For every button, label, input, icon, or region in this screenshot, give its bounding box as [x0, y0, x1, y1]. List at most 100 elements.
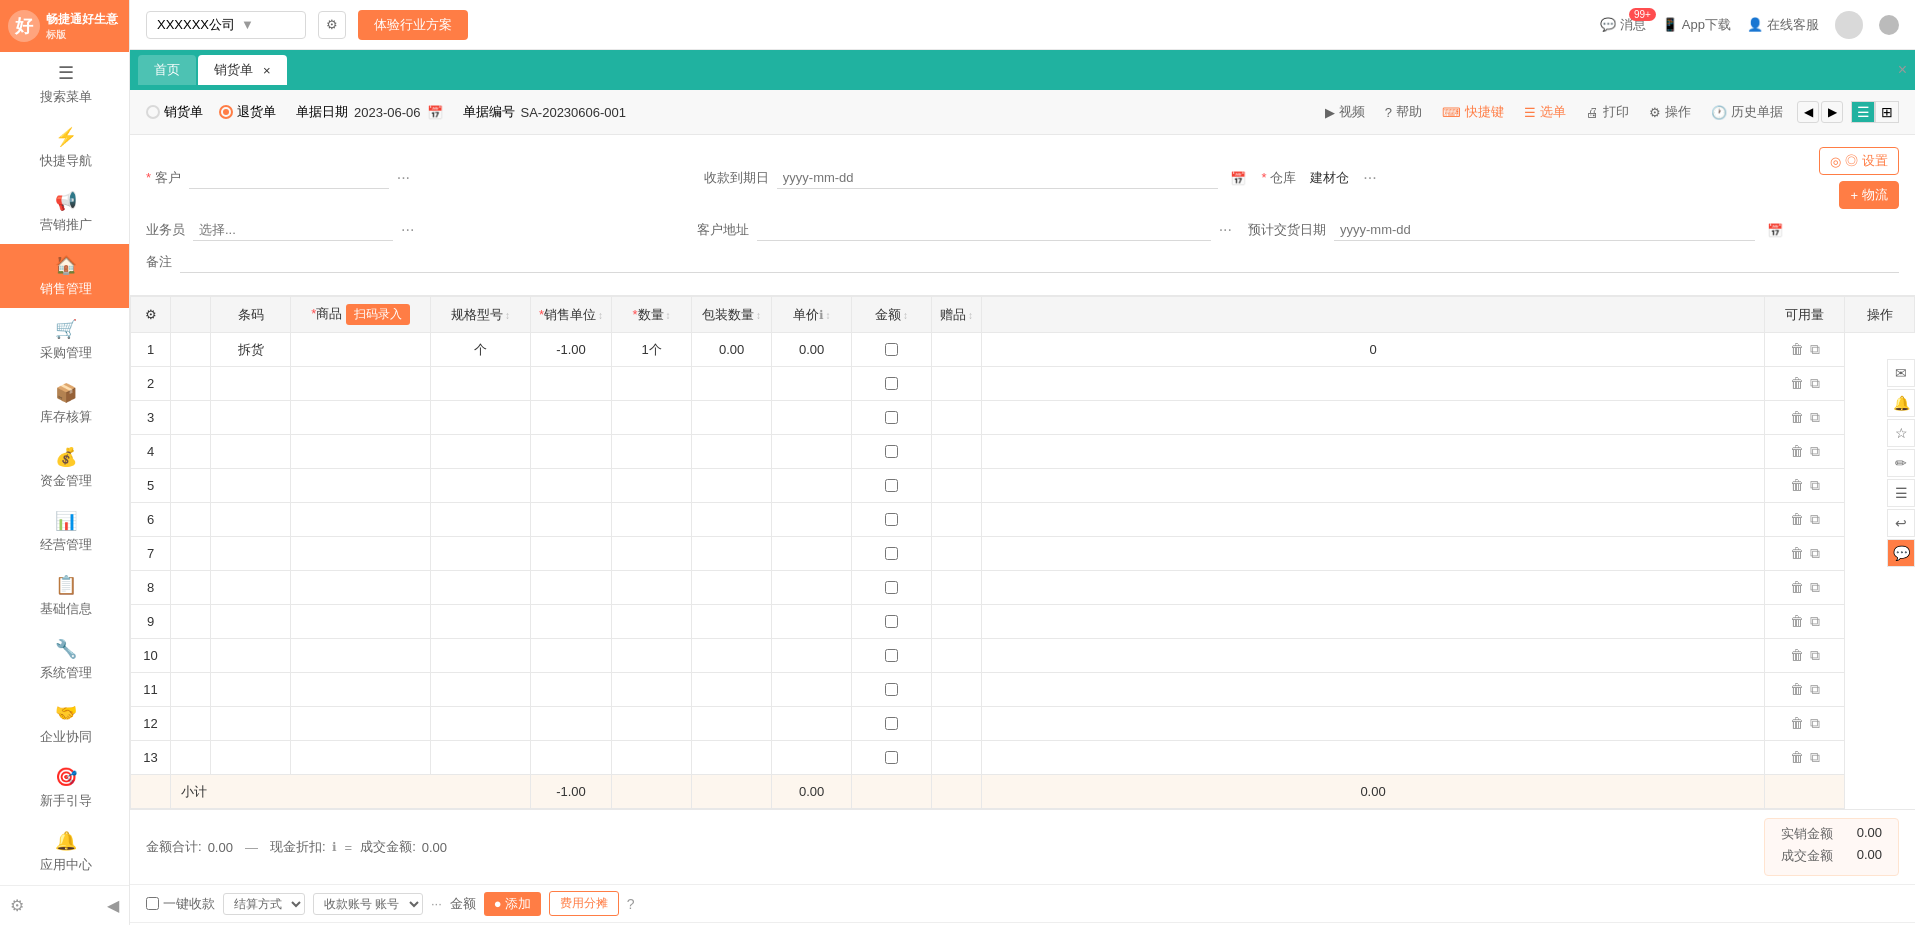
- pkg-sort-icon[interactable]: ↕: [756, 310, 761, 321]
- settings-config-button[interactable]: ◎ ◎ 设置: [1819, 147, 1899, 175]
- window-close-icon[interactable]: ×: [1898, 61, 1907, 79]
- row-5-delete-icon[interactable]: 🗑: [1790, 477, 1804, 494]
- salesperson-more-icon[interactable]: ···: [401, 221, 414, 239]
- right-icon-7-orange[interactable]: 💬: [1887, 539, 1915, 567]
- salesperson-input[interactable]: [193, 219, 393, 241]
- right-icon-2[interactable]: 🔔: [1887, 389, 1915, 417]
- row-4-gift-checkbox[interactable]: [885, 445, 898, 458]
- row-4-copy-icon[interactable]: ⧉: [1810, 443, 1820, 460]
- list-view-button[interactable]: ☰: [1851, 101, 1875, 123]
- row-11-delete-icon[interactable]: 🗑: [1790, 681, 1804, 698]
- customer-addr-input[interactable]: [757, 219, 1211, 241]
- row-9-copy-icon[interactable]: ⧉: [1810, 613, 1820, 630]
- row-11-copy-icon[interactable]: ⧉: [1810, 681, 1820, 698]
- sidebar-settings-icon[interactable]: ⚙: [10, 896, 24, 915]
- sidebar-item-search[interactable]: ☰ 搜索菜单: [0, 52, 129, 116]
- spec-sort-icon[interactable]: ↕: [505, 310, 510, 321]
- row-12-copy-icon[interactable]: ⧉: [1810, 715, 1820, 732]
- th-gear[interactable]: ⚙: [131, 297, 171, 333]
- row-9-gift-checkbox[interactable]: [885, 615, 898, 628]
- row-11-gift-checkbox[interactable]: [885, 683, 898, 696]
- user-avatar[interactable]: [1835, 11, 1863, 39]
- sidebar-item-appcenter[interactable]: 🔔 应用中心: [0, 820, 129, 884]
- table-settings-icon[interactable]: ⚙: [145, 307, 157, 322]
- row-12-gift-checkbox[interactable]: [885, 717, 898, 730]
- sidebar-collapse-icon[interactable]: ◀: [107, 896, 119, 915]
- unit-sort-icon[interactable]: ↕: [598, 310, 603, 321]
- discount-info-icon[interactable]: ℹ: [332, 840, 337, 854]
- right-icon-1[interactable]: ✉: [1887, 359, 1915, 387]
- row-2-delete-icon[interactable]: 🗑: [1790, 375, 1804, 392]
- sidebar-item-operations[interactable]: 📊 经营管理: [0, 500, 129, 564]
- add-payment-button[interactable]: ● 添加: [484, 892, 541, 916]
- trial-button[interactable]: 体验行业方案: [358, 10, 468, 40]
- row-13-delete-icon[interactable]: 🗑: [1790, 749, 1804, 766]
- row-13-gift-checkbox[interactable]: [885, 751, 898, 764]
- tab-close-button[interactable]: ×: [263, 63, 271, 78]
- row-1-gift-checkbox[interactable]: [885, 343, 898, 356]
- grid-view-button[interactable]: ⊞: [1875, 101, 1899, 123]
- row-3-delete-icon[interactable]: 🗑: [1790, 409, 1804, 426]
- sidebar-item-basics[interactable]: 📋 基础信息: [0, 564, 129, 628]
- row-9-delete-icon[interactable]: 🗑: [1790, 613, 1804, 630]
- select-button[interactable]: ☰ 选单: [1518, 100, 1572, 124]
- price-info-icon[interactable]: ℹ: [819, 308, 824, 322]
- sidebar-item-quicknav[interactable]: ⚡ 快捷导航: [0, 116, 129, 180]
- expected-date-input[interactable]: [1334, 219, 1755, 241]
- tab-home[interactable]: 首页: [138, 55, 196, 85]
- row-7-copy-icon[interactable]: ⧉: [1810, 545, 1820, 562]
- next-arrow[interactable]: ▶: [1821, 101, 1843, 123]
- video-button[interactable]: ▶ 视频: [1319, 100, 1371, 124]
- sidebar-item-collab[interactable]: 🤝 企业协同: [0, 692, 129, 756]
- row-2-copy-icon[interactable]: ⧉: [1810, 375, 1820, 392]
- topbar-settings-button[interactable]: ⚙: [318, 11, 346, 39]
- scan-btn[interactable]: 扫码录入: [346, 304, 410, 325]
- prev-arrow[interactable]: ◀: [1797, 101, 1819, 123]
- sidebar-item-system[interactable]: 🔧 系统管理: [0, 628, 129, 692]
- shortcut-button[interactable]: ⌨ 快捷键: [1436, 100, 1510, 124]
- sidebar-item-purchase[interactable]: 🛒 采购管理: [0, 308, 129, 372]
- sidebar-item-finance[interactable]: 💰 资金管理: [0, 436, 129, 500]
- row-12-delete-icon[interactable]: 🗑: [1790, 715, 1804, 732]
- row-7-delete-icon[interactable]: 🗑: [1790, 545, 1804, 562]
- row-7-gift-checkbox[interactable]: [885, 547, 898, 560]
- history-button[interactable]: 🕐 历史单据: [1705, 100, 1789, 124]
- due-date-calendar-icon[interactable]: 📅: [1230, 171, 1246, 186]
- row-10-delete-icon[interactable]: 🗑: [1790, 647, 1804, 664]
- help-button[interactable]: ? 帮助: [1379, 100, 1428, 124]
- row-8-delete-icon[interactable]: 🗑: [1790, 579, 1804, 596]
- company-selector[interactable]: XXXXXX公司 ▼: [146, 11, 306, 39]
- right-icon-3[interactable]: ☆: [1887, 419, 1915, 447]
- row-8-copy-icon[interactable]: ⧉: [1810, 579, 1820, 596]
- print-button[interactable]: 🖨 打印: [1580, 100, 1635, 124]
- expense-split-button[interactable]: 费用分摊: [549, 891, 619, 916]
- row-1-copy-icon[interactable]: ⧉: [1810, 341, 1820, 358]
- right-icon-5[interactable]: ☰: [1887, 479, 1915, 507]
- row-1-delete-icon[interactable]: 🗑: [1790, 341, 1804, 358]
- logistics-button[interactable]: + 物流: [1839, 181, 1899, 209]
- row-6-gift-checkbox[interactable]: [885, 513, 898, 526]
- customer-more-icon[interactable]: ···: [397, 169, 410, 187]
- warehouse-more-icon[interactable]: ···: [1363, 169, 1376, 187]
- due-date-input[interactable]: [777, 167, 1218, 189]
- one-click-pay-checkbox[interactable]: [146, 897, 159, 910]
- customer-addr-more-icon[interactable]: ···: [1219, 221, 1232, 239]
- sidebar-item-marketing[interactable]: 📢 营销推广: [0, 180, 129, 244]
- row-6-copy-icon[interactable]: ⧉: [1810, 511, 1820, 528]
- row-2-gift-checkbox[interactable]: [885, 377, 898, 390]
- right-icon-4[interactable]: ✏: [1887, 449, 1915, 477]
- row-10-copy-icon[interactable]: ⧉: [1810, 647, 1820, 664]
- row-8-gift-checkbox[interactable]: [885, 581, 898, 594]
- online-service-button[interactable]: 👤 在线客服: [1747, 16, 1819, 34]
- expense-help-icon[interactable]: ?: [627, 896, 635, 912]
- qty-sort-icon[interactable]: ↕: [666, 310, 671, 321]
- calendar-icon[interactable]: 📅: [427, 105, 443, 120]
- sidebar-item-guide[interactable]: 🎯 新手引导: [0, 756, 129, 820]
- sidebar-item-sales[interactable]: 🏠 销售管理: [0, 244, 129, 308]
- gift-sort-icon[interactable]: ↕: [968, 310, 973, 321]
- sidebar-item-inventory[interactable]: 📦 库存核算: [0, 372, 129, 436]
- right-icon-6[interactable]: ↩: [1887, 509, 1915, 537]
- tab-sales-order[interactable]: 销货单 ×: [198, 55, 287, 85]
- expected-date-calendar-icon[interactable]: 📅: [1767, 223, 1783, 238]
- row-3-gift-checkbox[interactable]: [885, 411, 898, 424]
